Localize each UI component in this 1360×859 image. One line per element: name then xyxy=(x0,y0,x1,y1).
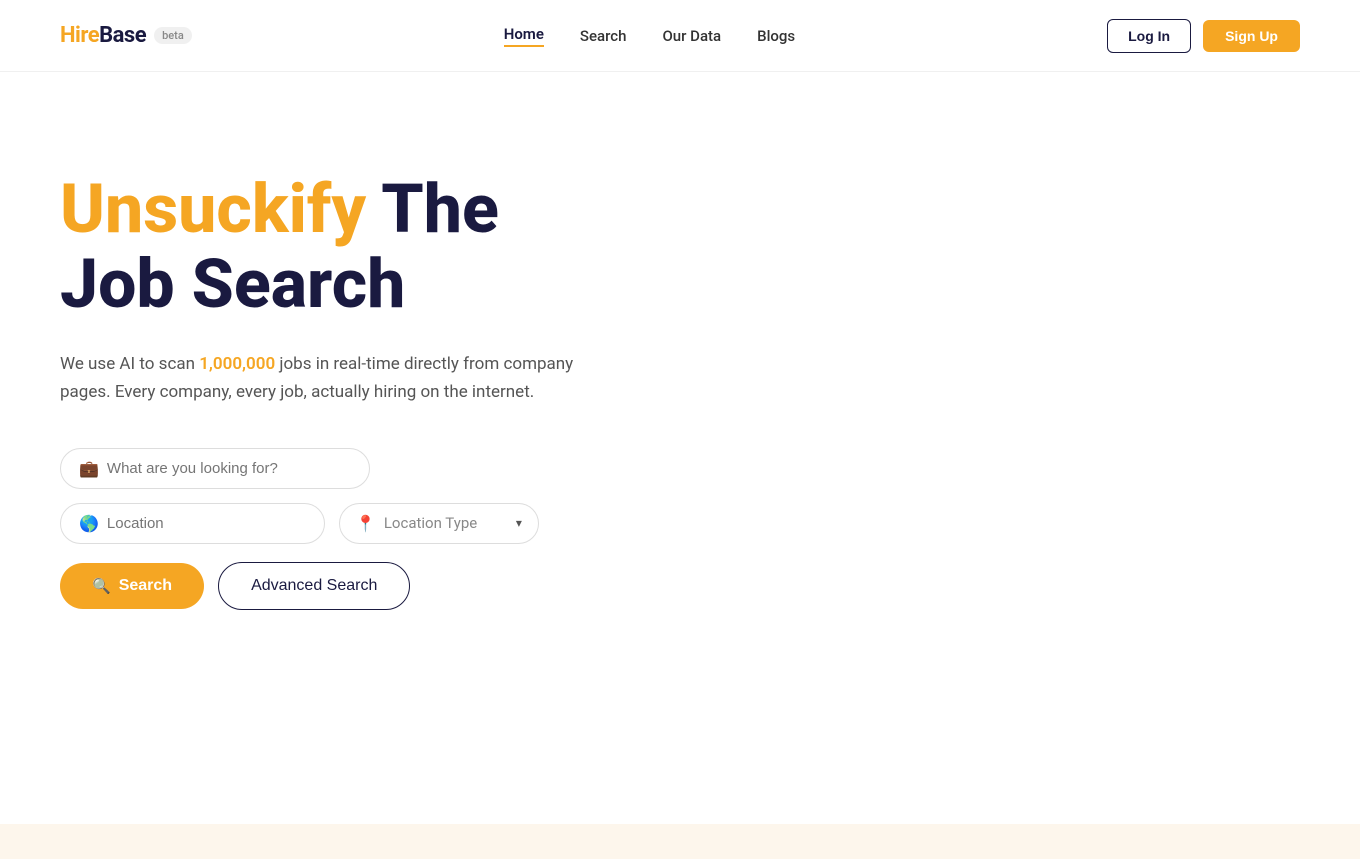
location-type-inner: 📍 Location Type xyxy=(356,514,477,533)
location-type-dropdown[interactable]: 📍 Location Type ▾ xyxy=(339,503,539,544)
logo-base: Base xyxy=(99,23,146,48)
pin-icon: 📍 xyxy=(356,514,376,533)
job-search-input[interactable] xyxy=(107,460,351,477)
hero-title-part2: The xyxy=(381,169,499,249)
search-button[interactable]: 🔍 Search xyxy=(60,563,204,609)
hero-subtitle: We use AI to scan 1,000,000 jobs in real… xyxy=(60,350,620,406)
subtitle-prefix: We use AI to scan xyxy=(60,354,199,374)
nav-home[interactable]: Home xyxy=(504,25,544,47)
subtitle-number: 1,000,000 xyxy=(199,354,275,374)
location-type-label: Location Type xyxy=(384,514,477,532)
hero-section: Unsuckify The Job Search We use AI to sc… xyxy=(0,72,700,670)
location-input-wrap: 🌎 xyxy=(60,503,325,544)
bottom-section xyxy=(0,824,1360,859)
signup-button[interactable]: Sign Up xyxy=(1203,20,1300,52)
search-icon: 🔍 xyxy=(92,577,111,595)
advanced-search-button[interactable]: Advanced Search xyxy=(218,562,410,610)
job-input-wrap: 💼 xyxy=(60,448,370,489)
logo-hire: Hire xyxy=(60,23,99,48)
login-button[interactable]: Log In xyxy=(1107,19,1191,53)
navbar: HireBase beta Home Search Our Data Blogs… xyxy=(0,0,1360,72)
hero-title: Unsuckify The Job Search xyxy=(60,172,640,322)
navbar-left: HireBase beta xyxy=(60,23,192,48)
search-bar: 💼 🌎 📍 Location Type ▾ xyxy=(60,448,640,544)
nav-search[interactable]: Search xyxy=(580,27,627,45)
hero-title-highlight: Unsuckify xyxy=(60,169,366,249)
hero-title-part3: Job Search xyxy=(60,244,405,324)
chevron-down-icon: ▾ xyxy=(516,516,522,530)
beta-badge: beta xyxy=(154,27,192,44)
location-input[interactable] xyxy=(107,515,306,532)
nav-our-data[interactable]: Our Data xyxy=(662,27,721,45)
briefcase-icon: 💼 xyxy=(79,459,99,478)
logo: HireBase xyxy=(60,23,146,48)
search-actions: 🔍 Search Advanced Search xyxy=(60,562,640,610)
navbar-center: Home Search Our Data Blogs xyxy=(504,25,795,47)
navbar-right: Log In Sign Up xyxy=(1107,19,1300,53)
advanced-search-label: Advanced Search xyxy=(251,577,377,595)
search-button-label: Search xyxy=(119,577,172,595)
globe-icon: 🌎 xyxy=(79,514,99,533)
nav-blogs[interactable]: Blogs xyxy=(757,27,795,45)
